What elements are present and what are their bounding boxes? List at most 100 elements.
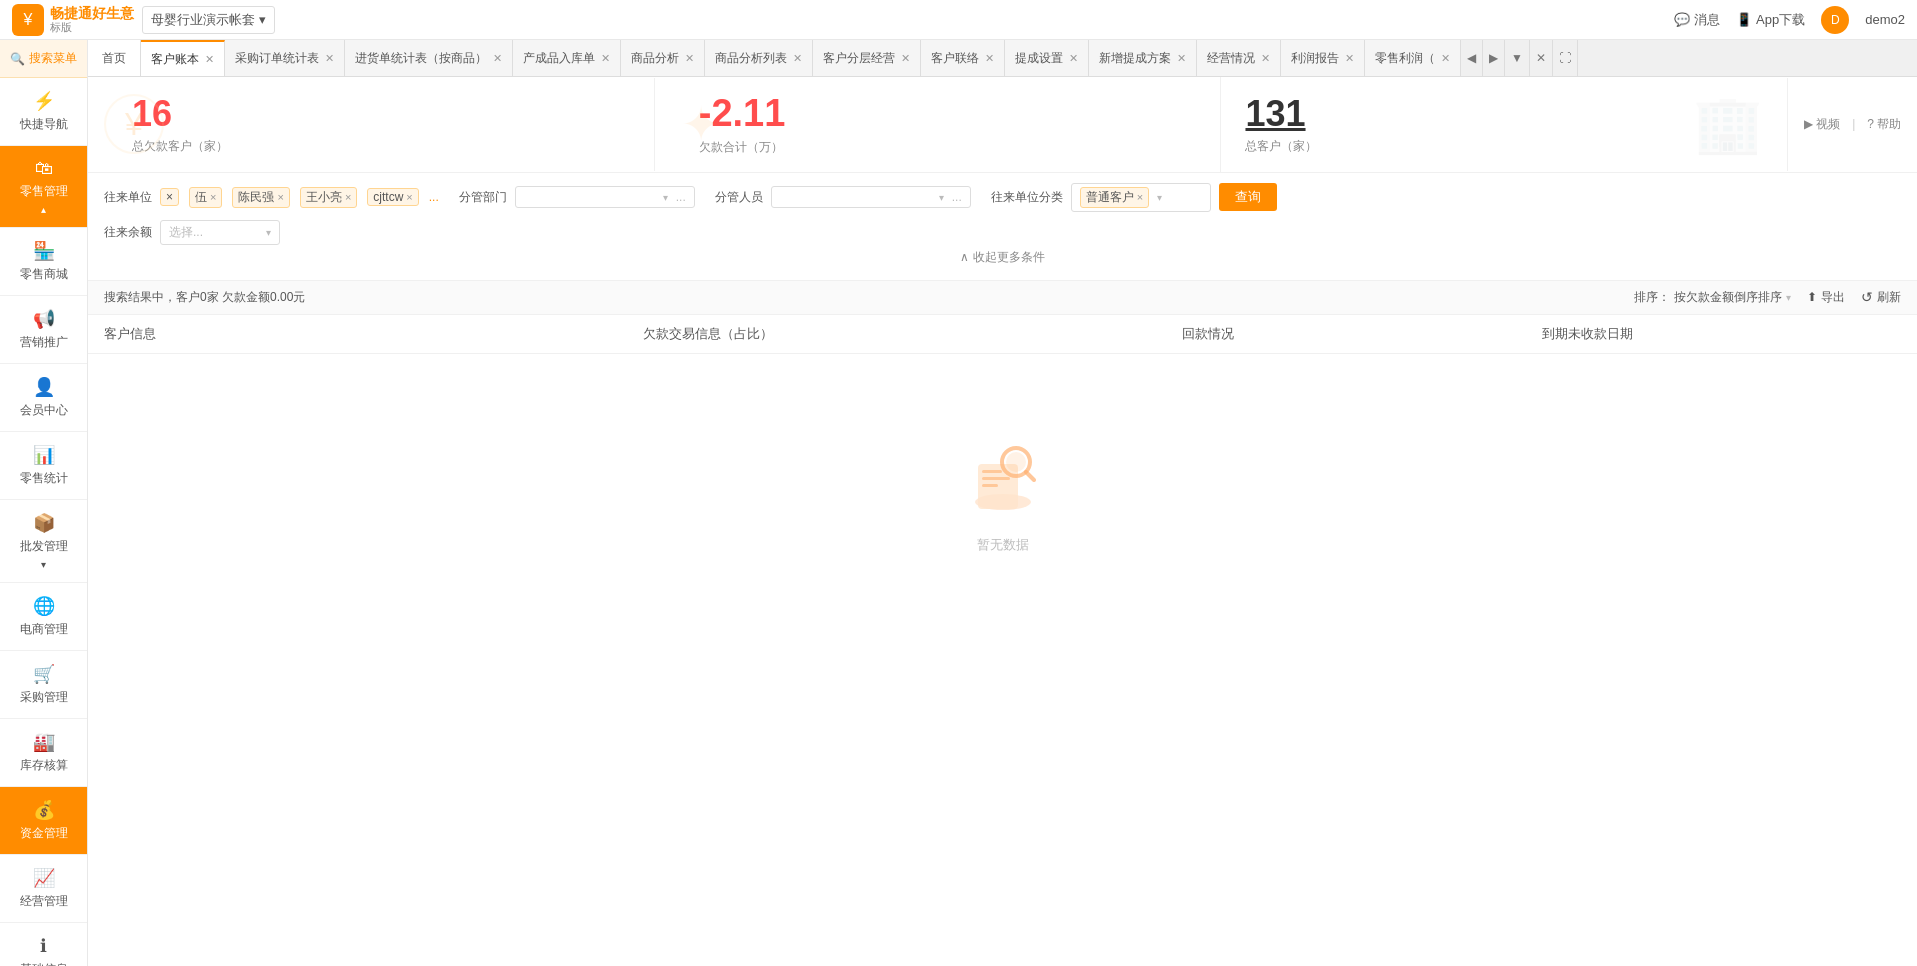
sidebar-item-retail-stats[interactable]: 📊 零售统计 [0,432,87,500]
empty-state: 暂无数据 [88,354,1917,634]
main-content: 首页 客户账本 ✕ 采购订单统计表 ✕ 进货单统计表（按商品） ✕ 产成品入库单… [88,40,1917,966]
filter-tag-cj: cjttcw × [367,188,418,206]
export-btn[interactable]: ⬆ 导出 [1807,289,1845,306]
export-icon: ⬆ [1807,290,1817,304]
sidebar-item-ecommerce[interactable]: 🌐 电商管理 [0,583,87,651]
tab-close-2[interactable]: ✕ [325,52,334,65]
capital-icon: 💰 [33,799,55,821]
tab-retail-profit[interactable]: 零售利润（ ✕ [1365,40,1461,76]
tab-menu-btn[interactable]: ▼ [1505,40,1530,76]
tab-operations[interactable]: 经营情况 ✕ [1197,40,1281,76]
tab-close-7[interactable]: ✕ [901,52,910,65]
tab-production-inbound[interactable]: 产成品入库单 ✕ [513,40,621,76]
remove-customer-type[interactable]: × [1137,191,1143,203]
sidebar-search[interactable]: 🔍 搜索菜单 [0,40,87,78]
person-select[interactable]: ▾ ... [771,186,971,208]
page-content: ¥ 16 总欠款客户（家） ✦ -2.11 欠款合计（万） 🏢 [88,77,1917,966]
tab-goods-analysis[interactable]: 商品分析 ✕ [621,40,705,76]
data-table: 客户信息 欠款交易信息（占比） 回款情况 到期未收款日期 [88,315,1917,754]
tab-raise-settings[interactable]: 提成设置 ✕ [1005,40,1089,76]
sidebar-item-inventory[interactable]: 🏭 库存核算 [0,719,87,787]
logo-text: 畅捷通好生意 标版 [50,5,134,35]
table-header: 客户信息 欠款交易信息（占比） 回款情况 到期未收款日期 [88,315,1917,354]
chevron-down-icon: ▾ [259,12,266,27]
tab-next-btn[interactable]: ▶ [1483,40,1505,76]
tab-goods-analysis-list[interactable]: 商品分析列表 ✕ [705,40,813,76]
tab-prev-btn[interactable]: ◀ [1461,40,1483,76]
tab-home[interactable]: 首页 [88,40,141,76]
tab-purchase-order-stat[interactable]: 采购订单统计表 ✕ [225,40,345,76]
sidebar-item-retail-mgmt[interactable]: 🛍 零售管理 ▴ [0,146,87,228]
sidebar-item-quick-nav[interactable]: ⚡ 快捷导航 [0,78,87,146]
tab-close-customer-capital[interactable]: ✕ [205,53,214,66]
svg-line-7 [1026,472,1034,480]
tab-close-3[interactable]: ✕ [493,52,502,65]
tab-close-all-btn[interactable]: ✕ [1530,40,1553,76]
tab-new-raise-plan[interactable]: 新增提成方案 ✕ [1089,40,1197,76]
sidebar: 🔍 搜索菜单 ⚡ 快捷导航 🛍 零售管理 ▴ 🏪 零售商城 📢 营销推广 👤 会… [0,40,88,966]
remove-tag-chen[interactable]: × [277,191,283,203]
remove-tag-cj[interactable]: × [406,191,412,203]
stat-block-3: 🏢 131 总客户（家） [1221,78,1788,171]
expand-icon2: ▾ [41,559,46,570]
basic-info-icon: ℹ [40,935,47,957]
search-icon: 🔍 [10,52,25,66]
filter-area: 往来单位 × 伍 × 陈民强 × 王小亮 × [88,173,1917,281]
help-icon: ? [1867,117,1874,131]
unit-type-select[interactable]: 普通客户 × ▾ [1071,183,1211,212]
tab-close-6[interactable]: ✕ [793,52,802,65]
tab-maximize-btn[interactable]: ⛶ [1553,40,1578,76]
remaining-select[interactable]: 选择... ▾ [160,220,280,245]
collapse-icon: ∧ [960,250,969,264]
tab-close-4[interactable]: ✕ [601,52,610,65]
sidebar-item-retail-mall[interactable]: 🏪 零售商城 [0,228,87,296]
refresh-icon: ↺ [1861,289,1873,305]
tab-inbound-stat[interactable]: 进货单统计表（按商品） ✕ [345,40,513,76]
remove-tag-wang[interactable]: × [345,191,351,203]
tab-close-9[interactable]: ✕ [1069,52,1078,65]
sidebar-item-basic-info[interactable]: ℹ 基础信息 [0,923,87,966]
sidebar-item-purchase[interactable]: 🛒 采购管理 [0,651,87,719]
result-bar-right: 排序： 按欠款金额倒序排序 ▾ ⬆ 导出 ↺ 刷新 [1634,289,1901,306]
top-bar-right: 💬 消息 📱 App下载 D demo2 [1674,6,1905,34]
sidebar-item-operations-mgmt[interactable]: 📈 经营管理 [0,855,87,923]
top-bar-left: ¥ 畅捷通好生意 标版 母婴行业演示帐套 ▾ [12,4,275,36]
help-btn[interactable]: ? 帮助 [1867,116,1901,133]
tab-close-5[interactable]: ✕ [685,52,694,65]
dept-select[interactable]: ▾ ... [515,186,695,208]
tab-close-8[interactable]: ✕ [985,52,994,65]
remaining-label: 往来余额 [104,224,152,241]
sidebar-item-marketing[interactable]: 📢 营销推广 [0,296,87,364]
tab-close-10[interactable]: ✕ [1177,52,1186,65]
marketing-icon: 📢 [33,308,55,330]
svg-rect-4 [982,484,998,487]
sidebar-item-capital[interactable]: 💰 资金管理 [0,787,87,855]
tab-customer-capital[interactable]: 客户账本 ✕ [141,40,225,76]
tab-close-13[interactable]: ✕ [1441,52,1450,65]
tab-profit-report[interactable]: 利润报告 ✕ [1281,40,1365,76]
avatar[interactable]: D [1821,6,1849,34]
message-btn[interactable]: 💬 消息 [1674,11,1720,29]
refresh-btn[interactable]: ↺ 刷新 [1861,289,1901,306]
stat-block-2: ✦ -2.11 欠款合计（万） [655,77,1222,172]
sidebar-item-batch-mgmt[interactable]: 📦 批发管理 ▾ [0,500,87,583]
collapse-btn[interactable]: ∧ 收起更多条件 [960,249,1045,266]
inventory-icon: 🏭 [33,731,55,753]
filter-more-btn[interactable]: ... [429,190,439,204]
tab-customer-segment[interactable]: 客户分层经营 ✕ [813,40,921,76]
tab-close-12[interactable]: ✕ [1345,52,1354,65]
video-btn[interactable]: ▶ 视频 [1804,116,1840,133]
stat-num-3: 131 [1245,94,1317,134]
tab-close-11[interactable]: ✕ [1261,52,1270,65]
ecommerce-icon: 🌐 [33,595,55,617]
sort-select[interactable]: 排序： 按欠款金额倒序排序 ▾ [1634,289,1791,306]
tab-customer-contact[interactable]: 客户联络 ✕ [921,40,1005,76]
company-dropdown[interactable]: 母婴行业演示帐套 ▾ [142,6,275,34]
username: demo2 [1865,12,1905,27]
filter-tag-wang: 王小亮 × [300,187,357,208]
sidebar-item-member[interactable]: 👤 会员中心 [0,364,87,432]
query-button[interactable]: 查询 [1219,183,1277,211]
remove-tag-wu[interactable]: × [210,191,216,203]
empty-illustration [958,434,1048,524]
app-download-btn[interactable]: 📱 App下载 [1736,11,1805,29]
